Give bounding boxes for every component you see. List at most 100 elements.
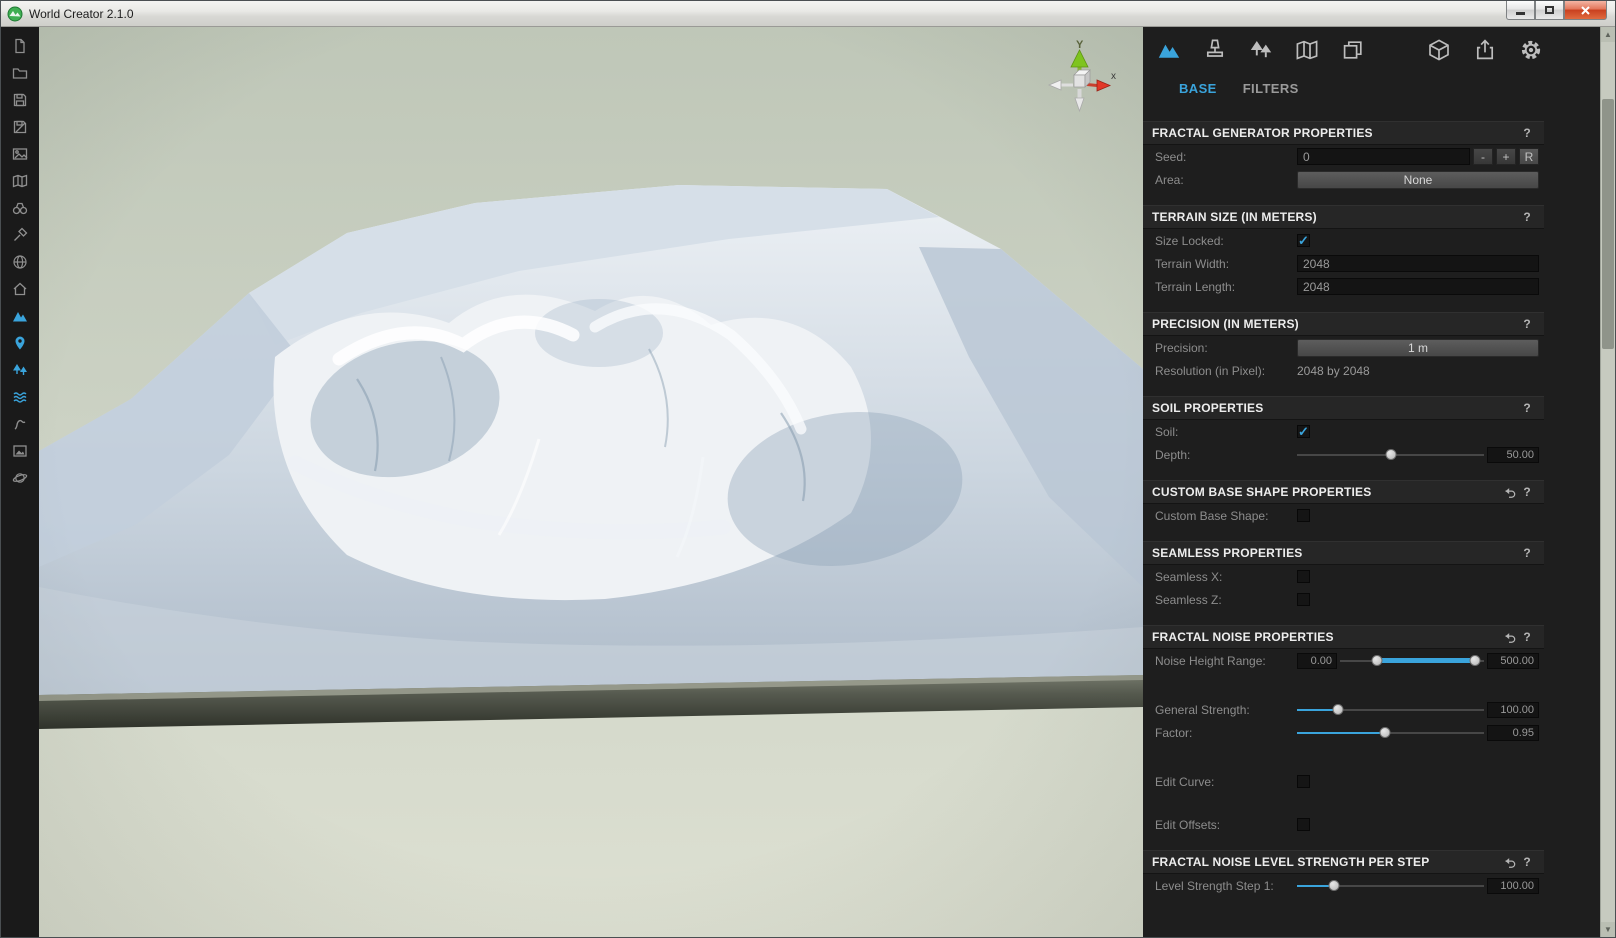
- terrain-length-input[interactable]: [1297, 278, 1539, 295]
- new-file-icon[interactable]: [5, 34, 35, 57]
- tab-base[interactable]: BASE: [1179, 81, 1217, 96]
- section-title: FRACTAL NOISE PROPERTIES: [1152, 630, 1334, 644]
- help-button[interactable]: ?: [1518, 483, 1536, 501]
- gizmo-center-cube[interactable]: [1073, 74, 1086, 88]
- size-locked-label: Size Locked:: [1155, 233, 1224, 248]
- noise-height-range-slider[interactable]: [1340, 653, 1484, 668]
- slider-handle[interactable]: [1385, 449, 1396, 460]
- gizmo-down-axis[interactable]: [1074, 97, 1085, 113]
- tools-icon[interactable]: [5, 223, 35, 246]
- sculpt-stamp-icon[interactable]: [1202, 37, 1228, 63]
- noise-range-min-value[interactable]: [1297, 652, 1337, 669]
- panel-scrollbar[interactable]: ▲ ▼: [1600, 27, 1615, 937]
- section-title: SOIL PROPERTIES: [1152, 401, 1264, 415]
- seamless-x-checkbox[interactable]: [1297, 570, 1310, 583]
- settings-gear-icon[interactable]: [1518, 37, 1544, 63]
- precision-button[interactable]: 1 m: [1297, 338, 1539, 357]
- seed-random-button[interactable]: R: [1519, 148, 1539, 165]
- level-strength-step-1-label: Level Strength Step 1:: [1155, 878, 1274, 893]
- seamless-x-row: Seamless X:: [1143, 565, 1544, 588]
- erosion-icon[interactable]: [5, 412, 35, 435]
- duplicate-layers-icon[interactable]: [1340, 37, 1366, 63]
- world-icon[interactable]: [5, 250, 35, 273]
- planet-icon[interactable]: [5, 466, 35, 489]
- seed-input[interactable]: [1297, 148, 1470, 165]
- help-button[interactable]: ?: [1518, 628, 1536, 646]
- general-strength-value[interactable]: [1487, 701, 1539, 718]
- maximize-button[interactable]: [1535, 1, 1564, 20]
- share-icon[interactable]: [1472, 37, 1498, 63]
- gizmo-left-axis[interactable]: [1047, 79, 1062, 91]
- custom-base-shape-checkbox[interactable]: [1297, 509, 1310, 522]
- vegetation-icon[interactable]: [5, 358, 35, 381]
- export-map-icon[interactable]: [5, 169, 35, 192]
- level-strength-step-1-value[interactable]: [1487, 877, 1539, 894]
- save-as-icon[interactable]: [5, 115, 35, 138]
- revert-icon: [1505, 633, 1516, 643]
- terrain-viewport[interactable]: Y x: [39, 27, 1143, 937]
- section-title: PRECISION (IN METERS): [1152, 317, 1299, 331]
- seed-label: Seed:: [1155, 149, 1187, 164]
- gizmo-x-axis[interactable]: [1096, 79, 1112, 92]
- range-high-handle[interactable]: [1469, 655, 1481, 666]
- panel-scroll-area[interactable]: FRACTAL GENERATOR PROPERTIES ? Seed: - +…: [1143, 103, 1600, 937]
- factor-value[interactable]: [1487, 724, 1539, 741]
- area-button[interactable]: None: [1297, 170, 1539, 189]
- edit-curve-row: Edit Curve:: [1143, 770, 1544, 793]
- terrain-tab-icon[interactable]: [1156, 37, 1182, 63]
- revert-button[interactable]: [1500, 853, 1518, 871]
- section-seamless: SEAMLESS PROPERTIES ? Seamless X: Seamle…: [1143, 541, 1544, 611]
- help-button[interactable]: ?: [1518, 124, 1536, 142]
- seed-decrement-button[interactable]: -: [1473, 148, 1493, 165]
- textures-icon[interactable]: [5, 439, 35, 462]
- open-file-icon[interactable]: [5, 61, 35, 84]
- minimize-button[interactable]: [1506, 1, 1535, 20]
- section-title: TERRAIN SIZE (IN METERS): [1152, 210, 1317, 224]
- scroll-down-arrow[interactable]: ▼: [1601, 922, 1615, 937]
- scroll-up-arrow[interactable]: ▲: [1601, 27, 1615, 42]
- soil-label: Soil:: [1155, 424, 1179, 439]
- export-3d-icon[interactable]: [1426, 37, 1452, 63]
- help-button[interactable]: ?: [1518, 208, 1536, 226]
- general-strength-slider[interactable]: [1297, 702, 1484, 717]
- size-locked-checkbox[interactable]: ✓: [1297, 234, 1310, 247]
- orientation-gizmo[interactable]: Y x: [1045, 37, 1117, 121]
- factor-row: Factor:: [1143, 721, 1544, 744]
- scrollbar-thumb[interactable]: [1602, 99, 1614, 349]
- edit-offsets-checkbox[interactable]: [1297, 818, 1310, 831]
- range-low-handle[interactable]: [1371, 655, 1383, 666]
- depth-slider[interactable]: [1297, 447, 1484, 462]
- help-button[interactable]: ?: [1518, 315, 1536, 333]
- seed-increment-button[interactable]: +: [1496, 148, 1516, 165]
- revert-button[interactable]: [1500, 483, 1518, 501]
- help-button[interactable]: ?: [1518, 544, 1536, 562]
- factor-slider[interactable]: [1297, 725, 1484, 740]
- noise-range-max-value[interactable]: [1487, 652, 1539, 669]
- level-strength-step-1-slider[interactable]: [1297, 878, 1484, 893]
- water-icon[interactable]: [5, 385, 35, 408]
- depth-value[interactable]: [1487, 446, 1539, 463]
- location-pin-icon[interactable]: [5, 331, 35, 354]
- seamless-z-checkbox[interactable]: [1297, 593, 1310, 606]
- slider-handle[interactable]: [1379, 727, 1391, 738]
- vegetation-tab-icon[interactable]: [1248, 37, 1274, 63]
- check-icon: ✓: [1298, 233, 1309, 248]
- terrain-width-input[interactable]: [1297, 255, 1539, 272]
- map-tab-icon[interactable]: [1294, 37, 1320, 63]
- close-button[interactable]: [1564, 1, 1607, 20]
- help-button[interactable]: ?: [1518, 853, 1536, 871]
- revert-button[interactable]: [1500, 628, 1518, 646]
- tab-filters[interactable]: FILTERS: [1243, 81, 1299, 96]
- soil-checkbox[interactable]: ✓: [1297, 425, 1310, 438]
- view-icon[interactable]: [5, 196, 35, 219]
- help-button[interactable]: ?: [1518, 399, 1536, 417]
- level-strength-step-1-row: Level Strength Step 1:: [1143, 874, 1544, 897]
- slider-handle[interactable]: [1328, 880, 1340, 891]
- terrain-mountain-icon[interactable]: [5, 304, 35, 327]
- edit-curve-checkbox[interactable]: [1297, 775, 1310, 788]
- resolution-label: Resolution (in Pixel):: [1155, 363, 1266, 378]
- home-icon[interactable]: [5, 277, 35, 300]
- slider-handle[interactable]: [1332, 704, 1344, 715]
- export-image-icon[interactable]: [5, 142, 35, 165]
- save-file-icon[interactable]: [5, 88, 35, 111]
